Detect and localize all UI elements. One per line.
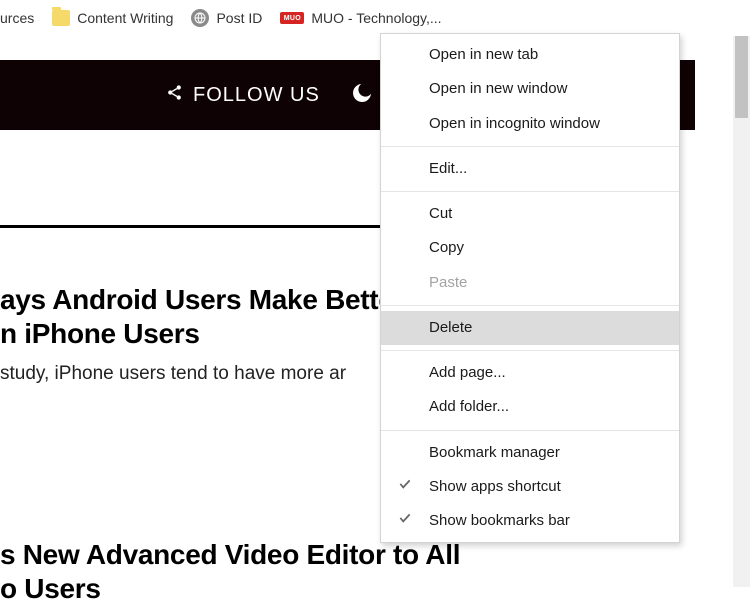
menu-separator xyxy=(381,305,679,306)
menu-item-label: Edit... xyxy=(429,160,467,177)
menu-item-copy[interactable]: Copy xyxy=(381,231,679,265)
globe-icon xyxy=(191,9,209,27)
menu-item-open-in-new-window[interactable]: Open in new window xyxy=(381,72,679,106)
share-icon xyxy=(166,84,183,107)
article-headline[interactable]: ays Android Users Make Better n iPhone U… xyxy=(0,283,404,350)
muo-icon: MUO xyxy=(280,12,304,24)
menu-item-show-apps-shortcut[interactable]: Show apps shortcut xyxy=(381,470,679,504)
bookmark-label: MUO - Technology,... xyxy=(311,10,441,26)
menu-separator xyxy=(381,430,679,431)
menu-item-label: Delete xyxy=(429,319,472,336)
menu-item-label: Add folder... xyxy=(429,398,509,415)
menu-item-show-bookmarks-bar[interactable]: Show bookmarks bar xyxy=(381,504,679,538)
menu-item-label: Paste xyxy=(429,274,467,291)
folder-icon xyxy=(52,10,70,26)
bookmark-label: urces xyxy=(0,10,34,26)
bookmark-item[interactable]: urces xyxy=(0,10,34,26)
scrollbar[interactable] xyxy=(733,36,750,587)
menu-item-edit[interactable]: Edit... xyxy=(381,152,679,186)
bookmark-context-menu: Open in new tab Open in new window Open in… xyxy=(380,33,680,543)
dark-mode-toggle[interactable] xyxy=(350,81,374,110)
menu-item-label: Show bookmarks bar xyxy=(429,512,570,529)
menu-item-label: Open in new window xyxy=(429,80,567,97)
check-icon xyxy=(398,477,412,497)
bookmark-label: Post ID xyxy=(216,10,262,26)
divider xyxy=(0,225,380,228)
menu-item-bookmark-manager[interactable]: Bookmark manager xyxy=(381,436,679,470)
menu-item-label: Show apps shortcut xyxy=(429,478,561,495)
menu-separator xyxy=(381,350,679,351)
bookmark-item[interactable]: Content Writing xyxy=(52,10,173,26)
follow-label: FOLLOW US xyxy=(193,84,320,107)
article-headline[interactable]: s New Advanced Video Editor to All o Use… xyxy=(0,538,460,605)
menu-item-label: Cut xyxy=(429,205,452,222)
menu-item-label: Bookmark manager xyxy=(429,444,560,461)
menu-separator xyxy=(381,191,679,192)
menu-item-open-in-incognito-window[interactable]: Open in incognito window xyxy=(381,107,679,141)
bookmark-label: Content Writing xyxy=(77,10,173,26)
follow-us[interactable]: FOLLOW US xyxy=(166,84,320,107)
scrollbar-thumb[interactable] xyxy=(735,36,748,118)
bookmark-item[interactable]: MUO MUO - Technology,... xyxy=(280,10,441,26)
menu-separator xyxy=(381,146,679,147)
menu-item-paste: Paste xyxy=(381,266,679,300)
menu-item-label: Open in new tab xyxy=(429,46,538,63)
check-icon xyxy=(398,511,412,531)
menu-item-label: Copy xyxy=(429,239,464,256)
menu-item-label: Open in incognito window xyxy=(429,115,600,132)
menu-item-open-in-new-tab[interactable]: Open in new tab xyxy=(381,38,679,72)
menu-item-label: Add page... xyxy=(429,364,506,381)
article-excerpt: study, iPhone users tend to have more ar xyxy=(0,363,346,385)
menu-item-add-page[interactable]: Add page... xyxy=(381,356,679,390)
menu-item-delete[interactable]: Delete xyxy=(381,311,679,345)
menu-item-add-folder[interactable]: Add folder... xyxy=(381,390,679,424)
bookmark-item[interactable]: Post ID xyxy=(191,9,262,27)
menu-item-cut[interactable]: Cut xyxy=(381,197,679,231)
bookmarks-bar: urces Content Writing Post ID MUO MUO - … xyxy=(0,0,750,36)
